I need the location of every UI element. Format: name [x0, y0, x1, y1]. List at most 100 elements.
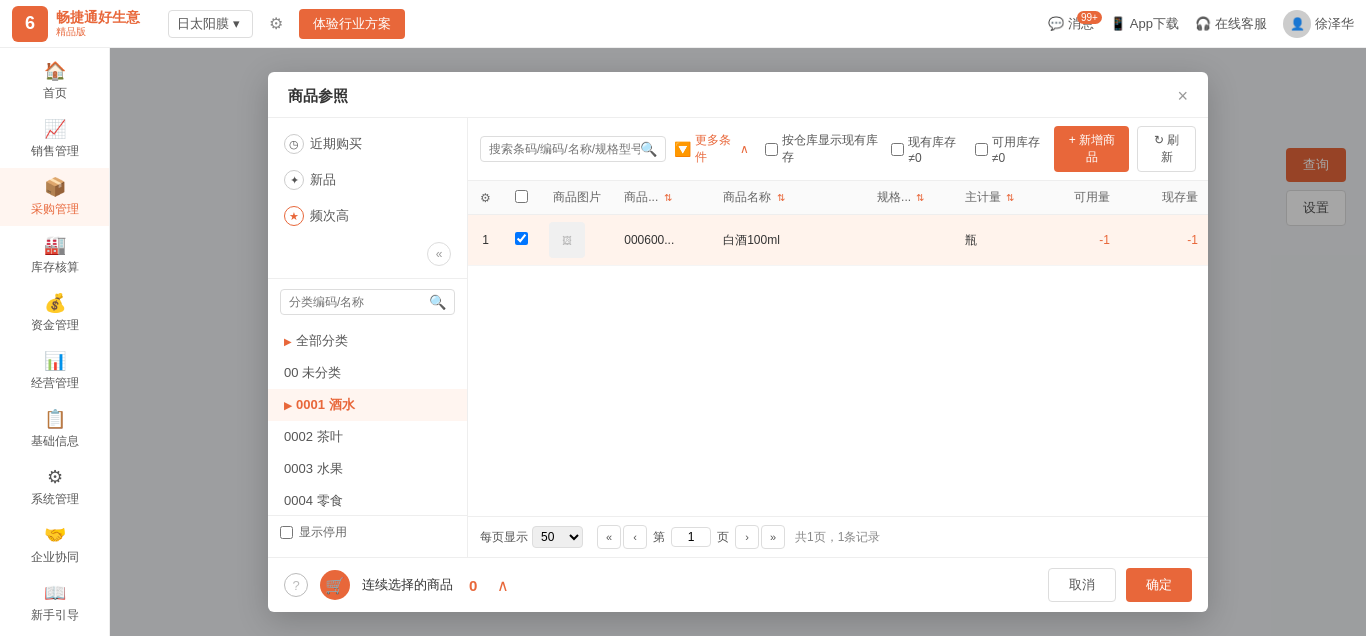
sidebar-item-enterprise[interactable]: 🤝 企业协同 — [0, 516, 109, 574]
stock-not-zero-checkbox-label[interactable]: 现有库存≠0 — [891, 134, 963, 165]
col-header-unit: 主计量 ⇅ — [955, 181, 1032, 215]
product-search-icon[interactable]: 🔍 — [640, 141, 657, 157]
collapse-footer-icon[interactable]: ∧ — [497, 576, 509, 595]
new-nav-label: 新品 — [310, 171, 336, 189]
last-page-button[interactable]: » — [761, 525, 785, 549]
message-icon: 💬 — [1048, 16, 1064, 31]
left-nav-recent[interactable]: ◷ 近期购买 — [268, 126, 467, 162]
sidebar-item-inventory[interactable]: 🏭 库存核算 — [0, 226, 109, 284]
current-page-input[interactable] — [671, 527, 711, 547]
table-row[interactable]: 1 🖼 — [468, 215, 1208, 266]
name-sort-icon[interactable]: ⇅ — [777, 192, 785, 203]
sidebar-item-system[interactable]: ⚙ 系统管理 — [0, 458, 109, 516]
sidebar-label-inventory: 库存核算 — [31, 259, 79, 276]
col-header-code: 商品... ⇅ — [614, 181, 713, 215]
left-nav-new[interactable]: ✦ 新品 — [268, 162, 467, 198]
code-sort-icon[interactable]: ⇅ — [664, 192, 672, 203]
modal-overlay: 商品参照 × ◷ 近期购买 ✦ 新品 — [110, 48, 1366, 636]
show-disabled-area: 显示停用 — [268, 515, 467, 549]
product-reference-modal: 商品参照 × ◷ 近期购买 ✦ 新品 — [268, 72, 1208, 612]
avatar: 👤 — [1283, 10, 1311, 38]
more-filter-button[interactable]: 🔽 更多条件 ∧ — [674, 132, 750, 166]
per-page-select[interactable]: 50 100 200 — [532, 526, 583, 548]
sidebar-item-operations[interactable]: 📊 经营管理 — [0, 342, 109, 400]
sidebar-label-operations: 经营管理 — [31, 375, 79, 392]
confirm-button[interactable]: 确定 — [1126, 568, 1192, 602]
navbar-right: 💬 消息 99+ 📱 App下载 🎧 在线客服 👤 徐泽华 — [1048, 10, 1354, 38]
footer-action-buttons: 取消 确定 — [1048, 568, 1192, 602]
col-header-check[interactable] — [503, 181, 539, 215]
category-item-liquor[interactable]: ▶ 0001 酒水 — [268, 389, 467, 421]
row-stock-cell: -1 — [1120, 215, 1208, 266]
show-disabled-label[interactable]: 显示停用 — [299, 524, 347, 541]
sidebar: 🏠 首页 📈 销售管理 📦 采购管理 🏭 库存核算 💰 资金管理 📊 经营管理 … — [0, 48, 110, 636]
modal-close-button[interactable]: × — [1177, 86, 1188, 107]
cancel-button[interactable]: 取消 — [1048, 568, 1116, 602]
category-item-snacks[interactable]: 0004 零食 — [268, 485, 467, 515]
row-checkbox-cell[interactable] — [503, 215, 539, 266]
category-search-icon[interactable]: 🔍 — [429, 294, 446, 310]
product-table-area: ⚙ 商品图片 商品... — [468, 181, 1208, 516]
product-search-input[interactable] — [489, 142, 640, 156]
available-not-zero-checkbox-label[interactable]: 可用库存≠0 — [975, 134, 1047, 165]
recent-nav-label: 近期购买 — [310, 135, 362, 153]
sidebar-label-basic-info: 基础信息 — [31, 433, 79, 450]
next-page-button[interactable]: › — [735, 525, 759, 549]
modal-title: 商品参照 — [288, 87, 348, 106]
sidebar-item-finance[interactable]: 💰 资金管理 — [0, 284, 109, 342]
phone-icon: 📱 — [1110, 16, 1126, 31]
table-header-row: ⚙ 商品图片 商品... — [468, 181, 1208, 215]
inventory-icon: 🏭 — [44, 234, 66, 256]
refresh-button[interactable]: ↻ 刷新 — [1137, 126, 1196, 172]
cart-icon[interactable]: 🛒 — [320, 570, 350, 600]
sidebar-item-basic-info[interactable]: 📋 基础信息 — [0, 400, 109, 458]
branch-selector[interactable]: 日太阳膜 ▾ — [168, 10, 253, 38]
col-header-settings[interactable]: ⚙ — [468, 181, 503, 215]
show-disabled-checkbox[interactable] — [280, 526, 293, 539]
col-header-image: 商品图片 — [539, 181, 614, 215]
sidebar-item-apps[interactable]: 🖥 应用中心 — [0, 632, 109, 636]
first-page-button[interactable]: « — [597, 525, 621, 549]
guide-icon: 📖 — [44, 582, 66, 604]
prev-page-button[interactable]: ‹ — [623, 525, 647, 549]
warehouse-display-checkbox-label[interactable]: 按仓库显示现有库存 — [765, 132, 879, 166]
user-menu[interactable]: 👤 徐泽华 — [1283, 10, 1354, 38]
add-product-button[interactable]: + 新增商品 — [1054, 126, 1129, 172]
headset-icon: 🎧 — [1195, 16, 1211, 31]
online-service-nav-item[interactable]: 🎧 在线客服 — [1195, 15, 1267, 33]
warehouse-display-checkbox[interactable] — [765, 143, 778, 156]
experience-button[interactable]: 体验行业方案 — [299, 9, 405, 39]
main-layout: 🏠 首页 📈 销售管理 📦 采购管理 🏭 库存核算 💰 资金管理 📊 经营管理 … — [0, 48, 1366, 636]
row-checkbox[interactable] — [515, 232, 528, 245]
brand-name: 畅捷通好生意 — [56, 9, 140, 26]
app-logo: 6 — [12, 6, 48, 42]
recent-nav-icon: ◷ — [284, 134, 304, 154]
sidebar-label-enterprise: 企业协同 — [31, 549, 79, 566]
available-not-zero-checkbox[interactable] — [975, 143, 988, 156]
page-navigation: « ‹ 第 页 › » — [597, 525, 785, 549]
sidebar-item-home[interactable]: 🏠 首页 — [0, 52, 109, 110]
left-nav-frequent[interactable]: ★ 频次高 — [268, 198, 467, 234]
category-search-input[interactable] — [289, 295, 429, 309]
select-all-checkbox[interactable] — [515, 190, 528, 203]
pagination-bar: 每页显示 50 100 200 « ‹ 第 — [468, 516, 1208, 557]
sidebar-item-sales[interactable]: 📈 销售管理 — [0, 110, 109, 168]
col-header-name: 商品名称 ⇅ — [713, 181, 867, 215]
category-item-all[interactable]: ▶ 全部分类 — [268, 325, 467, 357]
sidebar-item-purchase[interactable]: 📦 采购管理 — [0, 168, 109, 226]
category-item-tea[interactable]: 0002 茶叶 — [268, 421, 467, 453]
messages-nav-item[interactable]: 💬 消息 99+ — [1048, 15, 1094, 33]
spec-sort-icon[interactable]: ⇅ — [916, 192, 924, 203]
username-label: 徐泽华 — [1315, 15, 1354, 33]
help-icon[interactable]: ? — [284, 573, 308, 597]
settings-icon[interactable]: ⚙ — [261, 9, 291, 39]
category-item-uncategorized[interactable]: 00 未分类 — [268, 357, 467, 389]
collapse-left-button[interactable]: « — [427, 242, 451, 266]
unit-sort-icon[interactable]: ⇅ — [1006, 192, 1014, 203]
category-item-fruit[interactable]: 0003 水果 — [268, 453, 467, 485]
chevron-down-icon: ▾ — [233, 16, 240, 31]
stock-not-zero-checkbox[interactable] — [891, 143, 904, 156]
modal-header: 商品参照 × — [268, 72, 1208, 118]
sidebar-item-guide[interactable]: 📖 新手引导 — [0, 574, 109, 632]
app-download-nav-item[interactable]: 📱 App下载 — [1110, 15, 1179, 33]
